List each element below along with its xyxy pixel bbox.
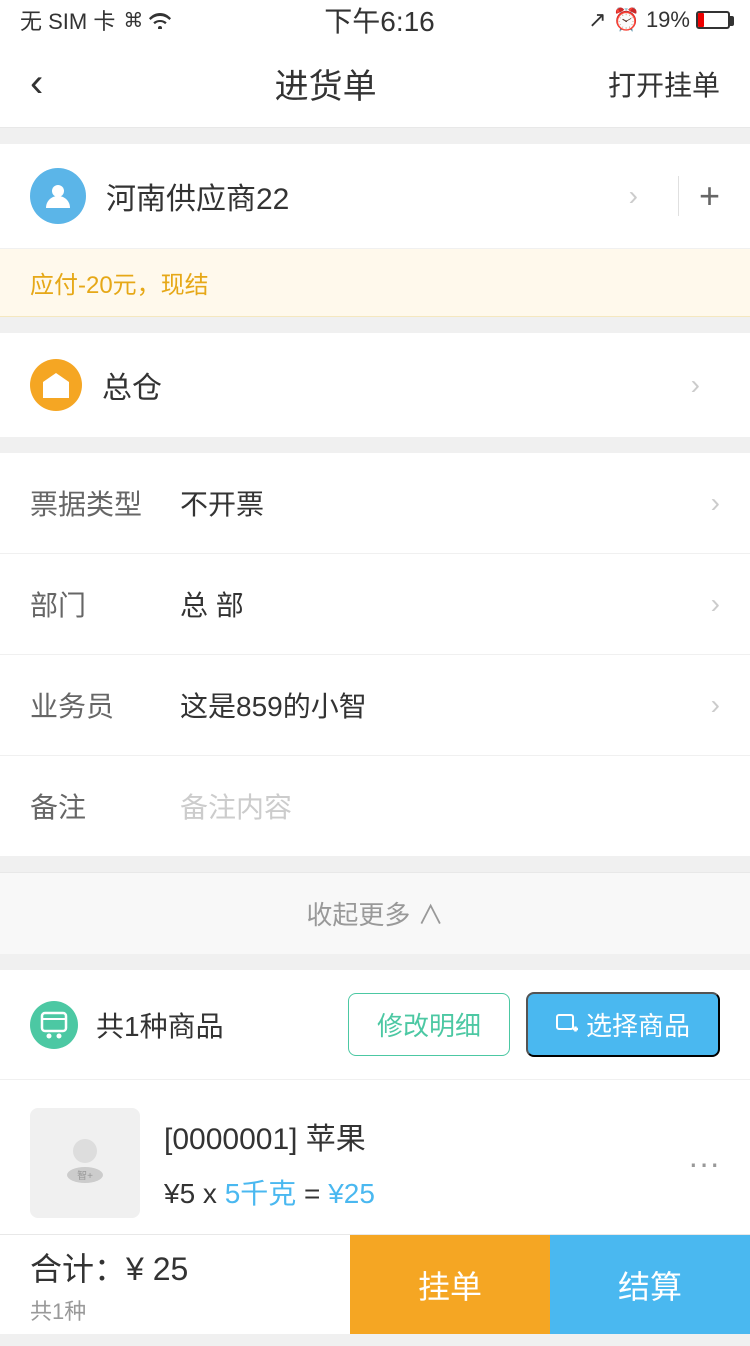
dept-row[interactable]: 部门 总 部 › [0,554,750,655]
collapse-bar[interactable]: 收起更多 ∧ [0,872,750,954]
product-name: [0000001] 苹果 [164,1114,688,1158]
sales-value: 这是859的小智 [160,685,711,725]
remark-label: 备注 [30,786,160,826]
warehouse-chevron-icon: › [691,369,700,401]
price-value: ¥5 x [164,1178,225,1209]
warehouse-name: 总仓 [102,363,691,407]
status-time: 下午6:16 [324,0,435,40]
wifi-icon: ⌘ [123,8,171,33]
alarm-icon: ⏰ [613,7,640,33]
edit-detail-button[interactable]: 修改明细 [348,993,510,1056]
sales-row[interactable]: 业务员 这是859的小智 › [0,655,750,756]
product-info: [0000001] 苹果 ¥5 x 5千克 = ¥25 [164,1114,688,1212]
open-pending-button[interactable]: 打开挂单 [608,64,720,104]
bottom-bar: 合计：¥ 25 共1种 挂单 结算 [0,1234,750,1334]
bottom-total: 合计：¥ 25 共1种 [0,1235,350,1334]
warehouse-section[interactable]: 总仓 › [0,333,750,437]
total-amount: 合计：¥ 25 [30,1244,320,1290]
add-supplier-button[interactable]: + [699,175,720,217]
product-thumbnail: 智+ [30,1108,140,1218]
cart-add-icon [556,1014,578,1036]
select-product-button[interactable]: 选择商品 [526,992,720,1057]
product-item: 智+ [0000001] 苹果 ¥5 x 5千克 = ¥25 ··· [0,1080,750,1246]
quantity-value: 5千克 [225,1178,297,1209]
remark-row[interactable]: 备注 备注内容 [0,756,750,856]
vertical-divider [678,176,679,216]
carrier-text: 无 SIM 卡 [20,4,115,36]
section-divider [0,128,750,144]
product-thumb-icon: 智+ [53,1131,117,1195]
status-right: ↗ ⏰ 19% [588,7,730,33]
product-price-row: ¥5 x 5千克 = ¥25 [164,1172,688,1212]
section-divider-2 [0,954,750,970]
total-value: ¥ 25 [126,1251,188,1287]
product-more-button[interactable]: ··· [688,1145,720,1182]
supplier-row[interactable]: 河南供应商22 › + [0,144,750,249]
battery-icon [696,11,730,29]
supplier-notice: 应付-20元，现结 [0,249,750,317]
equals-sign: = [296,1178,328,1209]
collapse-label: 收起更多 ∧ [306,900,443,930]
nav-bar: ‹ 进货单 打开挂单 [0,40,750,128]
dept-value: 总 部 [160,584,711,624]
invoice-chevron-icon: › [711,487,720,519]
product-code: [0000001] [164,1123,306,1156]
dept-chevron-icon: › [711,588,720,620]
status-carrier: 无 SIM 卡 ⌘ [20,4,171,36]
supplier-avatar [30,168,86,224]
battery-text: 19% [646,7,690,33]
location-icon: ↗ [588,7,606,33]
invoice-value: 不开票 [160,483,711,523]
total-label: 合计： [30,1251,126,1287]
select-product-label: 选择商品 [586,1006,690,1043]
product-icon-wrap [30,1001,78,1049]
product-title: 苹果 [306,1123,366,1156]
sales-chevron-icon: › [711,689,720,721]
supplier-name: 河南供应商22 [106,174,629,218]
back-button[interactable]: ‹ [30,61,43,106]
dept-label: 部门 [30,584,160,624]
warehouse-icon [41,370,71,400]
sales-label: 业务员 [30,685,160,725]
supplier-chevron-icon: › [629,180,638,212]
form-section: 票据类型 不开票 › 部门 总 部 › 业务员 这是859的小智 › 备注 备注… [0,453,750,856]
total-value: ¥25 [328,1178,375,1209]
warehouse-icon-wrap [30,359,82,411]
suspend-button[interactable]: 挂单 [350,1235,550,1334]
svg-text:智+: 智+ [77,1169,93,1182]
product-header: 共1种商品 修改明细 选择商品 [0,970,750,1080]
status-bar: 无 SIM 卡 ⌘ 下午6:16 ↗ ⏰ 19% [0,0,750,40]
product-count: 共1种商品 [96,1005,348,1045]
supplier-section: 河南供应商22 › + 应付-20元，现结 [0,144,750,317]
cart-icon [40,1011,68,1039]
invoice-label: 票据类型 [30,483,160,523]
checkout-button[interactable]: 结算 [550,1235,750,1334]
invoice-row[interactable]: 票据类型 不开票 › [0,453,750,554]
remark-input[interactable]: 备注内容 [160,786,720,826]
page-title: 进货单 [275,59,377,108]
total-count: 共1种 [30,1294,320,1326]
person-icon [42,180,74,212]
